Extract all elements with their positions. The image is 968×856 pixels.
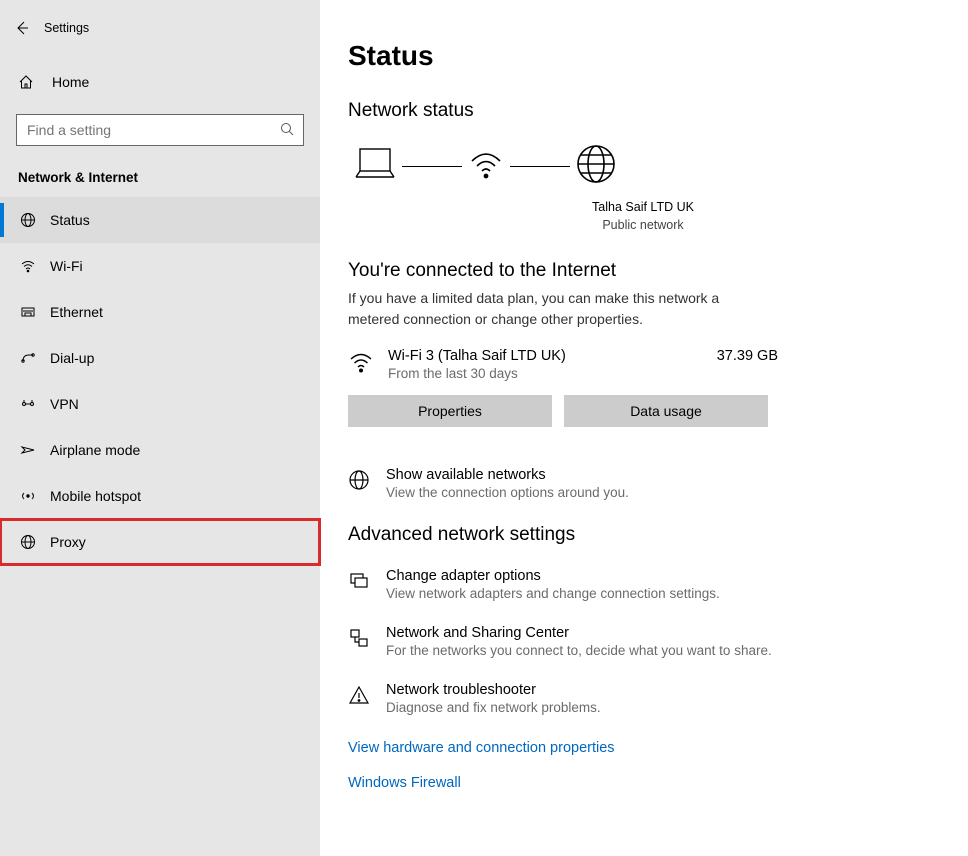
option-title: Network troubleshooter [386, 682, 601, 698]
globe-icon [348, 469, 370, 491]
home-label: Home [52, 74, 89, 90]
phone-icon [20, 350, 50, 366]
globe-icon [20, 534, 50, 550]
wifi-period: From the last 30 days [388, 366, 703, 381]
sidebar-item-label: Mobile hotspot [50, 488, 141, 504]
option-subtitle: Diagnose and fix network problems. [386, 700, 601, 715]
laptop-icon [352, 145, 398, 188]
option-subtitle: For the networks you connect to, decide … [386, 643, 772, 658]
sharing-icon [348, 627, 370, 649]
sidebar-item-label: Dial-up [50, 350, 94, 366]
diagram-profile: Public network [348, 217, 938, 235]
home-icon [18, 74, 46, 90]
titlebar: Settings [0, 10, 320, 46]
hardware-link[interactable]: View hardware and connection properties [348, 740, 615, 756]
vpn-icon [20, 396, 50, 412]
main-content: Status Network status Talha Saif LTD UK … [320, 0, 968, 856]
back-button[interactable] [0, 10, 44, 46]
option-title: Network and Sharing Center [386, 625, 772, 641]
firewall-link[interactable]: Windows Firewall [348, 775, 461, 791]
window-title: Settings [44, 21, 89, 35]
sidebar-item-label: VPN [50, 396, 79, 412]
page-title: Status [348, 40, 938, 72]
sidebar-item-label: Airplane mode [50, 442, 140, 458]
network-diagram [352, 142, 938, 191]
sidebar-item-ethernet[interactable]: Ethernet [0, 289, 320, 335]
sidebar-item-label: Ethernet [50, 304, 103, 320]
sidebar-item-hotspot[interactable]: Mobile hotspot [0, 473, 320, 519]
diagram-ssid: Talha Saif LTD UK [348, 199, 938, 217]
sharing-center-option[interactable]: Network and Sharing Center For the netwo… [348, 625, 808, 658]
button-row: Properties Data usage [348, 395, 768, 427]
sidebar-item-wifi[interactable]: Wi-Fi [0, 243, 320, 289]
troubleshooter-option[interactable]: Network troubleshooter Diagnose and fix … [348, 682, 808, 715]
properties-button[interactable]: Properties [348, 395, 552, 427]
warning-icon [348, 684, 370, 706]
sidebar-item-proxy[interactable]: Proxy [0, 519, 320, 565]
search-icon [279, 121, 295, 142]
wifi-network-row: Wi-Fi 3 (Talha Saif LTD UK) From the las… [348, 348, 778, 381]
wifi-icon [20, 258, 50, 274]
sidebar-item-status[interactable]: Status [0, 197, 320, 243]
search-box[interactable] [16, 114, 304, 146]
data-usage-button[interactable]: Data usage [564, 395, 768, 427]
diagram-line [510, 166, 570, 167]
airplane-icon [20, 442, 50, 458]
adapter-options[interactable]: Change adapter options View network adap… [348, 568, 808, 601]
sidebar-item-label: Proxy [50, 534, 86, 550]
globe-icon [574, 142, 618, 191]
sidebar-item-label: Status [50, 212, 90, 228]
option-subtitle: View network adapters and change connect… [386, 586, 720, 601]
advanced-heading: Advanced network settings [348, 524, 938, 546]
sidebar-item-airplane[interactable]: Airplane mode [0, 427, 320, 473]
section-label: Network & Internet [0, 146, 320, 197]
search-container [0, 104, 320, 146]
hotspot-icon [20, 488, 50, 504]
option-subtitle: View the connection options around you. [386, 485, 629, 500]
connected-description: If you have a limited data plan, you can… [348, 288, 768, 330]
sidebar-item-vpn[interactable]: VPN [0, 381, 320, 427]
show-networks-option[interactable]: Show available networks View the connect… [348, 467, 808, 500]
ethernet-icon [20, 304, 50, 320]
sidebar-item-dialup[interactable]: Dial-up [0, 335, 320, 381]
diagram-caption: Talha Saif LTD UK Public network [348, 199, 938, 234]
diagram-line [402, 166, 462, 167]
sidebar-item-label: Wi-Fi [50, 258, 83, 274]
arrow-left-icon [14, 20, 30, 36]
wifi-usage: 37.39 GB [717, 348, 778, 364]
connected-title: You're connected to the Internet [348, 260, 938, 282]
wifi-icon [466, 145, 506, 188]
sidebar: Settings Home Network & Internet Status [0, 0, 320, 856]
wifi-name: Wi-Fi 3 (Talha Saif LTD UK) [388, 348, 703, 364]
wifi-icon [348, 350, 374, 379]
adapter-icon [348, 570, 370, 592]
network-status-heading: Network status [348, 100, 938, 122]
option-title: Change adapter options [386, 568, 720, 584]
globe-icon [20, 212, 50, 228]
search-input[interactable] [17, 115, 303, 145]
option-title: Show available networks [386, 467, 629, 483]
sidebar-item-home[interactable]: Home [0, 60, 320, 104]
